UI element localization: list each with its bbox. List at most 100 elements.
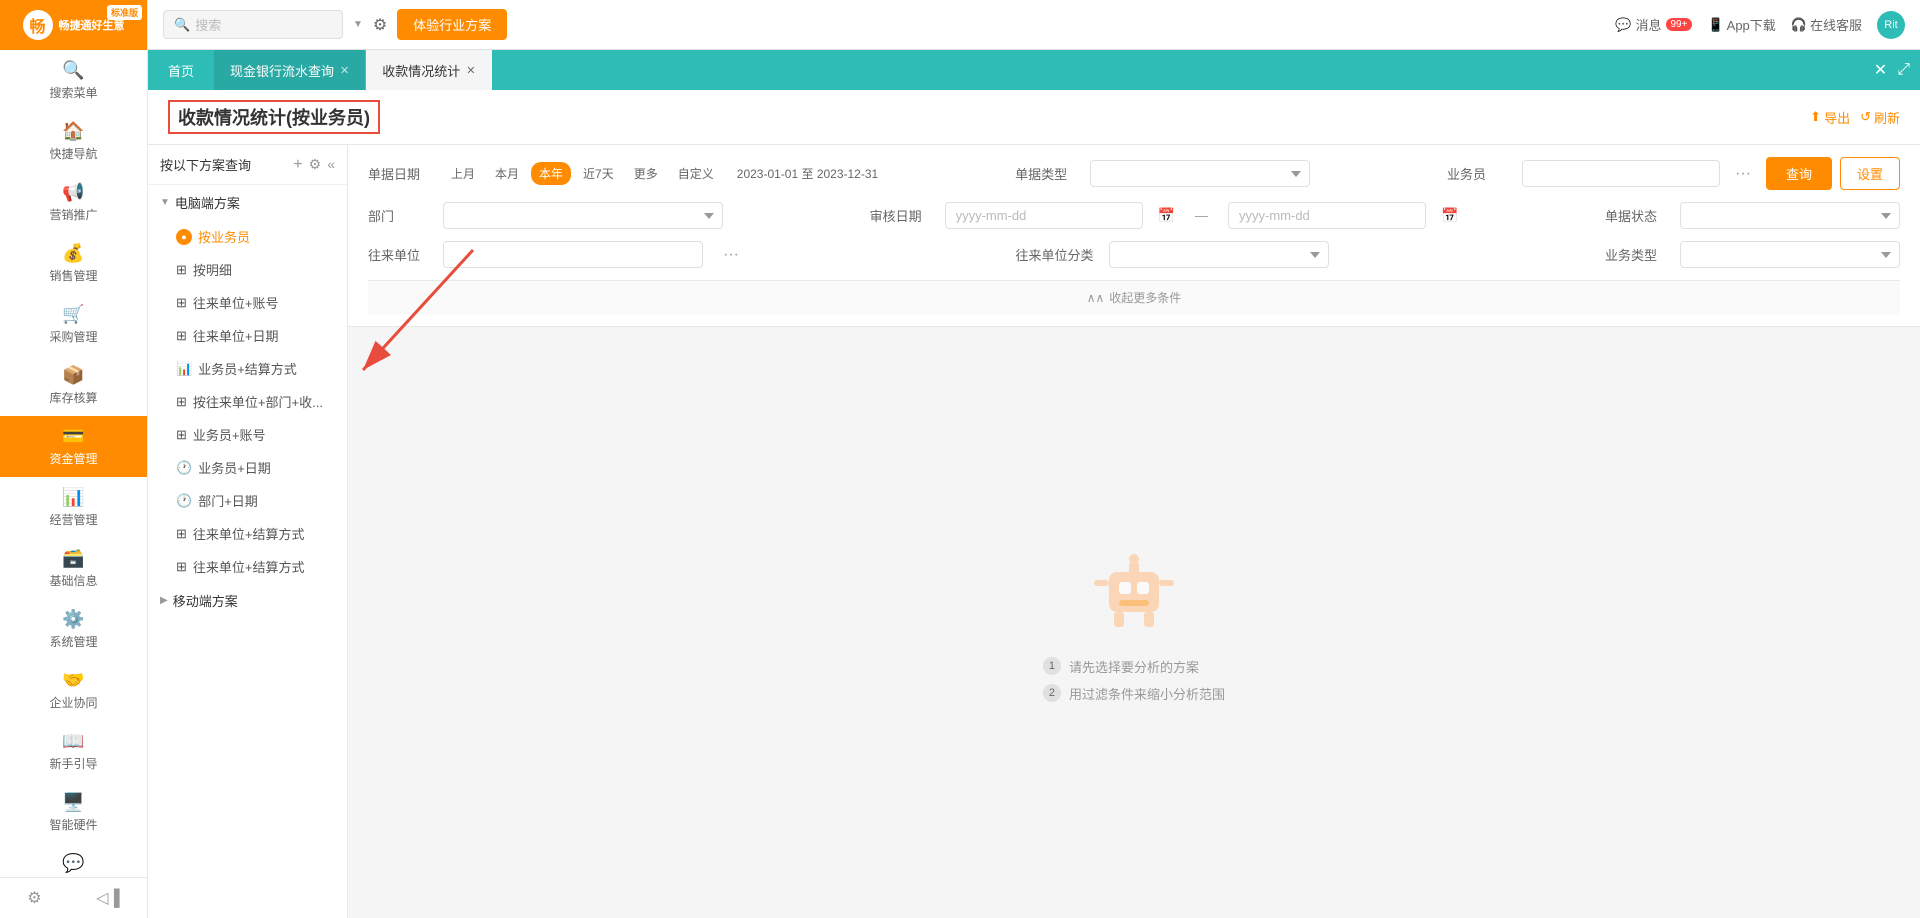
counterpart-more-icon[interactable]: ··· (723, 246, 739, 264)
review-date-from-input[interactable] (945, 202, 1143, 229)
maximize-window-icon[interactable]: ⤢ (1897, 61, 1910, 79)
empty-tip-1: 1 请先选择要分析的方案 (1043, 657, 1225, 676)
sidebar-item-purchase[interactable]: 🛒 采购管理 (0, 294, 147, 355)
business-type-select[interactable] (1680, 241, 1900, 268)
gear-icon[interactable]: ⚙ (373, 15, 387, 35)
sidebar-item-system[interactable]: ⚙️ 系统管理 (0, 599, 147, 660)
settings-button[interactable]: 设置 (1840, 157, 1900, 190)
add-scheme-icon[interactable]: + (293, 156, 302, 174)
finance-icon: 💳 (62, 426, 84, 447)
sidebar-item-guide[interactable]: 📖 新手引导 (0, 721, 147, 782)
scheme-group-mobile-header[interactable]: ▶ 移动端方案 (148, 583, 347, 618)
sidebar-item-business[interactable]: 📊 经营管理 (0, 477, 147, 538)
sidebar-item-search-menu[interactable]: 🔍 搜索菜单 (0, 50, 147, 111)
date-btn-custom[interactable]: 自定义 (670, 162, 722, 185)
user-area[interactable]: Rit (1877, 11, 1905, 39)
date-btn-7days[interactable]: 近7天 (575, 162, 622, 185)
sidebar-item-label: 新手引导 (49, 755, 97, 772)
panel-collapse-icon[interactable]: « (327, 156, 335, 174)
sidebar-item-enterprise[interactable]: 🤝 企业协同 (0, 660, 147, 721)
purchase-icon: 🛒 (62, 304, 84, 325)
scheme-group-desktop-header[interactable]: ▼ 电脑端方案 (148, 185, 347, 220)
date-btn-more[interactable]: 更多 (626, 162, 666, 185)
salesman-more-icon[interactable]: ··· (1735, 165, 1751, 183)
counterpart-input[interactable] (443, 241, 703, 268)
message-icon: 💬 (1615, 17, 1631, 33)
close-window-icon[interactable]: ✕ (1874, 60, 1887, 80)
app-download-btn[interactable]: 📱 App下载 (1707, 15, 1775, 34)
scheme-item-counterpart-dept[interactable]: ⊞ 按往来单位+部门+收... (148, 385, 347, 418)
scheme-item-counterpart-settle2[interactable]: ⊞ 往来单位+结算方式 (148, 550, 347, 583)
grid3-icon: ⊞ (176, 328, 187, 344)
refresh-button[interactable]: ↺ 刷新 (1860, 108, 1900, 127)
sidebar-item-label: 销售管理 (49, 267, 97, 284)
scheme-item-detail[interactable]: ⊞ 按明细 (148, 253, 347, 286)
counterpart-category-select[interactable] (1109, 241, 1329, 268)
scheme-item-salesman-date[interactable]: 🕐 业务员+日期 (148, 451, 347, 484)
sidebar-item-finance[interactable]: 💳 资金管理 (0, 416, 147, 477)
sidebar-item-hardware[interactable]: 🖥️ 智能硬件 (0, 782, 147, 843)
calendar-to-icon[interactable]: 📅 (1441, 207, 1458, 224)
toggle-bottom-icon[interactable]: ◁▐ (96, 888, 120, 908)
tip-number-2: 2 (1043, 684, 1061, 702)
sidebar-item-sales[interactable]: 💰 销售管理 (0, 233, 147, 294)
tab1-close-icon[interactable]: ✕ (340, 64, 349, 77)
scheme-item-salesman-settle[interactable]: 📊 业务员+结算方式 (148, 352, 347, 385)
salesman-input[interactable] (1522, 160, 1720, 187)
online-service-btn[interactable]: 🎧 在线客服 (1791, 15, 1862, 34)
system-icon: ⚙️ (62, 609, 84, 630)
topbar-search[interactable]: 🔍 搜索 (163, 10, 343, 39)
sidebar-item-basic[interactable]: 🗃️ 基础信息 (0, 538, 147, 599)
date-dash: — (1190, 208, 1213, 223)
right-content: 单据日期 上月 本月 本年 近7天 更多 自定义 2023-01-01 至 20… (348, 145, 1920, 918)
logo-text: 畅捷通好生意 标准版 (59, 17, 125, 33)
tab-home[interactable]: 首页 (148, 50, 214, 90)
grid7-icon: ⊞ (176, 559, 187, 575)
wechat-icon: 💬 (62, 853, 84, 874)
scheme-settings-icon[interactable]: ⚙ (309, 156, 322, 174)
scheme-item-counterpart-date[interactable]: ⊞ 往来单位+日期 (148, 319, 347, 352)
trial-button[interactable]: 体验行业方案 (397, 9, 507, 40)
search-icon: 🔍 (174, 17, 190, 33)
tab2-close-icon[interactable]: ✕ (466, 64, 475, 77)
tab-cash-flow[interactable]: 现金银行流水查询 ✕ (214, 50, 366, 90)
sidebar-item-label: 采购管理 (49, 328, 97, 345)
mobile-group-expand-icon: ▶ (160, 595, 168, 606)
query-button[interactable]: 查询 (1766, 157, 1832, 190)
filter-section: 单据日期 上月 本月 本年 近7天 更多 自定义 2023-01-01 至 20… (348, 145, 1920, 327)
scheme-item-by-salesman[interactable]: ● 按业务员 (148, 220, 347, 253)
settings-bottom-icon[interactable]: ⚙ (27, 888, 41, 908)
date-btn-last-month[interactable]: 上月 (443, 162, 483, 185)
scheme-item-salesman-account[interactable]: ⊞ 业务员+账号 (148, 418, 347, 451)
scheme-item-counterpart-settle1[interactable]: ⊞ 往来单位+结算方式 (148, 517, 347, 550)
document-status-select[interactable] (1680, 202, 1900, 229)
active-scheme-dot: ● (176, 229, 192, 245)
topbar: 🔍 搜索 ▼ ⚙ 体验行业方案 💬 消息 99+ 📱 App下载 🎧 在线客服 (148, 0, 1920, 50)
inventory-icon: 📦 (62, 365, 84, 386)
department-select[interactable] (443, 202, 723, 229)
sidebar-item-marketing[interactable]: 📢 营销推广 (0, 172, 147, 233)
filter-row-2: 部门 审核日期 📅 — 📅 (368, 202, 1900, 229)
scheme-item-dept-date[interactable]: 🕐 部门+日期 (148, 484, 347, 517)
scheme-item-counterpart-account[interactable]: ⊞ 往来单位+账号 (148, 286, 347, 319)
headset-icon: 🎧 (1791, 17, 1807, 33)
logo-symbol: 畅 (29, 13, 45, 37)
sidebar-item-inventory[interactable]: 📦 库存核算 (0, 355, 147, 416)
review-date-to-input[interactable] (1228, 202, 1426, 229)
dropdown-arrow-icon[interactable]: ▼ (353, 19, 363, 30)
export-button[interactable]: ⬆ 导出 (1810, 108, 1850, 127)
left-panel: 按以下方案查询 + ⚙ « ▼ 电脑端方案 ● (148, 145, 348, 918)
review-date-label: 审核日期 (870, 206, 930, 225)
collapse-button[interactable]: ∧∧ 收起更多条件 (368, 280, 1900, 314)
document-type-select[interactable] (1090, 160, 1310, 187)
sidebar-item-quick-nav[interactable]: 🏠 快捷导航 (0, 111, 147, 172)
sales-icon: 💰 (62, 243, 84, 264)
tab-collection-stats[interactable]: 收款情况统计 ✕ (366, 50, 492, 90)
tabbar: 首页 现金银行流水查询 ✕ 收款情况统计 ✕ ✕ ⤢ (148, 50, 1920, 90)
calendar-from-icon[interactable]: 📅 (1158, 207, 1175, 224)
date-btn-this-month[interactable]: 本月 (487, 162, 527, 185)
sidebar-logo: 畅 畅捷通好生意 标准版 (0, 0, 147, 50)
messages-btn[interactable]: 💬 消息 99+ (1615, 15, 1692, 34)
sidebar-item-wechat[interactable]: 💬 企业微信 (0, 843, 147, 877)
date-btn-this-year[interactable]: 本年 (531, 162, 571, 185)
